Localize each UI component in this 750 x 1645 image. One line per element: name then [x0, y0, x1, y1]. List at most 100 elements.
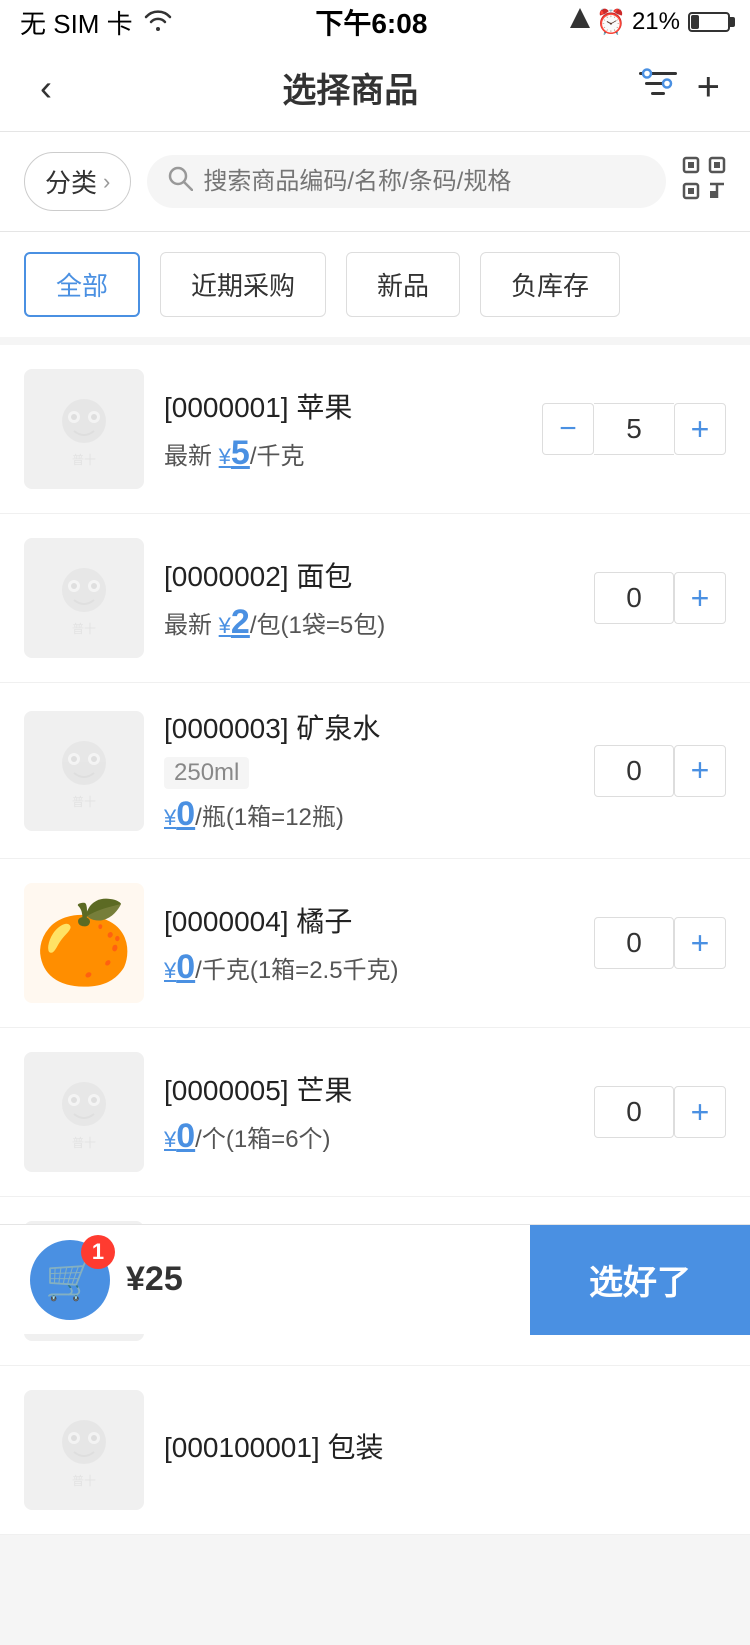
price-unit: /千克 — [250, 443, 305, 470]
product-name: [000100001] 包装 — [164, 1426, 726, 1466]
product-info: [000100001] 包装 — [164, 1426, 726, 1474]
product-price: ¥0/千克(1箱=2.5千克) — [164, 948, 574, 987]
price-value: 0 — [176, 795, 195, 833]
price-unit: /包(1袋=5包) — [250, 612, 385, 639]
product-item: 🍊 [0000004] 橘子 ¥0/千克(1箱=2.5千克) + — [0, 859, 750, 1028]
svg-text:普十: 普十 — [72, 622, 96, 636]
qty-control: − + — [542, 403, 726, 455]
search-icon — [167, 165, 193, 198]
svg-text:普十: 普十 — [72, 1136, 96, 1150]
status-right: ⏰ 21% — [570, 8, 730, 37]
product-image: 普十 — [24, 1390, 144, 1510]
svg-text:普十: 普十 — [72, 795, 96, 809]
nav-actions: + — [639, 65, 720, 110]
alarm-icon: ⏰ — [596, 8, 626, 37]
price-symbol: ¥ — [164, 958, 176, 983]
svg-text:普十: 普十 — [72, 453, 96, 467]
qty-input[interactable] — [594, 572, 674, 624]
price-unit: /个(1箱=6个) — [195, 1126, 330, 1153]
search-input-wrapper — [147, 155, 666, 208]
category-button[interactable]: 分类 › — [24, 152, 131, 211]
product-name: [0000004] 橘子 — [164, 900, 574, 940]
nav-bar: ‹ 选择商品 + — [0, 44, 750, 132]
product-price: 最新 ¥5/千克 — [164, 434, 522, 473]
product-image: 普十 — [24, 1052, 144, 1172]
qty-input[interactable] — [594, 403, 674, 455]
product-item: 普十 [0000001] 苹果 最新 ¥5/千克 − + — [0, 345, 750, 514]
battery-percent: 21% — [632, 8, 680, 36]
product-item: 普十 [0000005] 芒果 ¥0/个(1箱=6个) + — [0, 1028, 750, 1197]
price-symbol: ¥ — [164, 1127, 176, 1152]
tab-all[interactable]: 全部 — [24, 252, 140, 317]
search-bar: 分类 › — [0, 132, 750, 232]
price-value: 2 — [231, 603, 250, 641]
product-info: [0000005] 芒果 ¥0/个(1箱=6个) — [164, 1069, 574, 1156]
qty-control: + — [594, 572, 726, 624]
qty-plus-button[interactable]: + — [674, 745, 726, 797]
qty-control: + — [594, 917, 726, 969]
add-button[interactable]: + — [697, 65, 720, 110]
product-item: 普十 [0000002] 面包 最新 ¥2/包(1袋=5包) + — [0, 514, 750, 683]
product-image: 普十 — [24, 711, 144, 831]
cart-total: ¥25 — [126, 1260, 183, 1299]
product-item: 普十 [000100001] 包装 — [0, 1366, 750, 1535]
product-info: [0000004] 橘子 ¥0/千克(1箱=2.5千克) — [164, 900, 574, 987]
location-icon — [570, 8, 590, 37]
price-value: 0 — [176, 1117, 195, 1155]
qty-input[interactable] — [594, 917, 674, 969]
qty-control: + — [594, 745, 726, 797]
filter-tabs: 全部 近期采购 新品 负库存 — [0, 232, 750, 345]
page-title: 选择商品 — [282, 63, 418, 112]
battery-icon — [688, 12, 730, 32]
cart-section: 🛒 1 ¥25 — [0, 1240, 530, 1320]
tab-new[interactable]: 新品 — [346, 252, 460, 317]
qty-input[interactable] — [594, 745, 674, 797]
status-bar: 无 SIM 卡 下午6:08 ⏰ 21% — [0, 0, 750, 44]
orange-image: 🍊 — [34, 903, 134, 983]
product-image: 普十 — [24, 538, 144, 658]
chevron-right-icon: › — [103, 169, 110, 195]
qty-plus-button[interactable]: + — [674, 403, 726, 455]
product-price: 最新 ¥2/包(1袋=5包) — [164, 603, 574, 642]
product-list: 普十 [0000001] 苹果 最新 ¥5/千克 − + — [0, 345, 750, 1535]
product-info: [0000003] 矿泉水 250ml ¥0/瓶(1箱=12瓶) — [164, 707, 574, 834]
qty-plus-button[interactable]: + — [674, 917, 726, 969]
price-unit: /千克(1箱=2.5千克) — [195, 957, 398, 984]
category-label: 分类 — [45, 163, 97, 200]
product-name: [0000001] 苹果 — [164, 386, 522, 426]
back-button[interactable]: ‹ — [30, 57, 62, 119]
bottom-bar: 🛒 1 ¥25 选好了 — [0, 1224, 750, 1334]
product-price: ¥0/个(1箱=6个) — [164, 1117, 574, 1156]
qty-minus-button[interactable]: − — [542, 403, 594, 455]
confirm-button[interactable]: 选好了 — [530, 1225, 750, 1335]
qty-plus-button[interactable]: + — [674, 1086, 726, 1138]
product-info: [0000001] 苹果 最新 ¥5/千克 — [164, 386, 522, 473]
price-symbol: ¥ — [219, 613, 231, 638]
filter-icon[interactable] — [639, 67, 677, 109]
product-image: 普十 — [24, 369, 144, 489]
price-unit: /瓶(1箱=12瓶) — [195, 804, 344, 831]
price-value: 0 — [176, 948, 195, 986]
search-input[interactable] — [203, 168, 646, 196]
status-left: 无 SIM 卡 — [20, 4, 173, 41]
qty-control: + — [594, 1086, 726, 1138]
cart-button[interactable]: 🛒 1 — [30, 1240, 110, 1320]
carrier-text: 无 SIM 卡 — [20, 4, 133, 41]
product-spec: 250ml — [164, 757, 249, 789]
tab-recent[interactable]: 近期采购 — [160, 252, 326, 317]
product-name: [0000003] 矿泉水 — [164, 707, 574, 747]
scan-icon[interactable] — [682, 156, 726, 208]
tab-negative[interactable]: 负库存 — [480, 252, 620, 317]
product-name: [0000002] 面包 — [164, 555, 574, 595]
product-info: [0000002] 面包 最新 ¥2/包(1袋=5包) — [164, 555, 574, 642]
qty-input[interactable] — [594, 1086, 674, 1138]
cart-badge: 1 — [81, 1235, 115, 1269]
product-image: 🍊 — [24, 883, 144, 1003]
svg-text:普十: 普十 — [72, 1474, 96, 1488]
price-value: 5 — [231, 434, 250, 472]
product-name: [0000005] 芒果 — [164, 1069, 574, 1109]
price-symbol: ¥ — [164, 805, 176, 830]
price-symbol: ¥ — [219, 444, 231, 469]
qty-plus-button[interactable]: + — [674, 572, 726, 624]
product-item: 普十 [0000003] 矿泉水 250ml ¥0/瓶(1箱=12瓶) + — [0, 683, 750, 859]
